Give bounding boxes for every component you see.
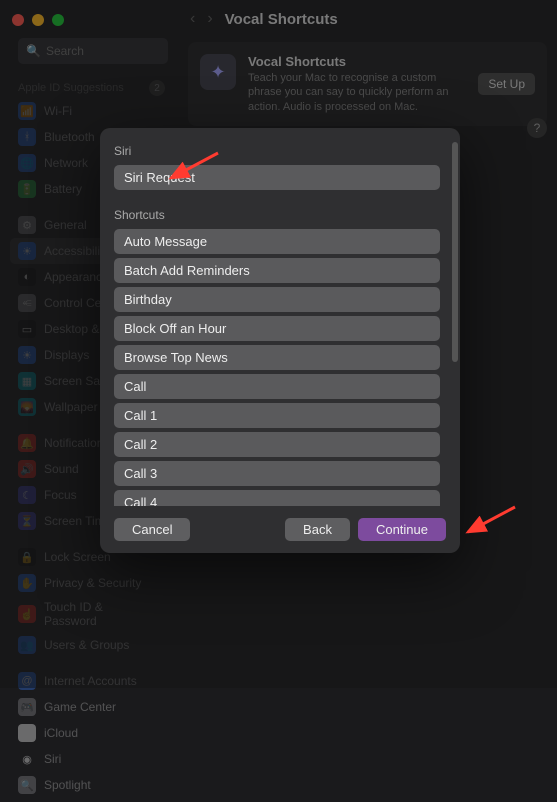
- action-item-call-2[interactable]: Call 2: [114, 432, 440, 457]
- sidebar-icon: ☁: [18, 724, 36, 742]
- action-item-call-3[interactable]: Call 3: [114, 461, 440, 486]
- sidebar-item-spotlight[interactable]: 🔍 Spotlight: [10, 772, 165, 798]
- action-item-call-4[interactable]: Call 4: [114, 490, 440, 506]
- action-item-auto-message[interactable]: Auto Message: [114, 229, 440, 254]
- sidebar-item-label: iCloud: [44, 726, 78, 740]
- action-item-browse-top-news[interactable]: Browse Top News: [114, 345, 440, 370]
- sidebar-item-siri[interactable]: ◉ Siri: [10, 746, 165, 772]
- sidebar-item-label: Game Center: [44, 700, 116, 714]
- settings-window: ‹ › Vocal Shortcuts 🔍 Apple ID Suggestio…: [0, 0, 557, 688]
- sidebar-item-game-center[interactable]: 🎮 Game Center: [10, 694, 165, 720]
- section-label-shortcuts: Shortcuts: [114, 208, 440, 222]
- action-item-call-1[interactable]: Call 1: [114, 403, 440, 428]
- sidebar-item-label: Spotlight: [44, 778, 91, 792]
- sidebar-icon: ◉: [18, 750, 36, 768]
- action-item-batch-add-reminders[interactable]: Batch Add Reminders: [114, 258, 440, 283]
- action-item-call[interactable]: Call: [114, 374, 440, 399]
- scrollbar-thumb[interactable]: [452, 142, 458, 362]
- sidebar-item-icloud[interactable]: ☁ iCloud: [10, 720, 165, 746]
- sidebar-icon: 🎮: [18, 698, 36, 716]
- scroll-area[interactable]: Siri Siri Request Shortcuts Auto Message Bat…: [114, 142, 446, 506]
- action-picker-modal: Siri Siri Request Shortcuts Auto Message Bat…: [100, 128, 460, 553]
- modal-footer: Cancel Back Continue: [100, 506, 460, 553]
- action-item-siri-request[interactable]: Siri Request: [114, 165, 440, 190]
- sidebar-icon: 🔍: [18, 776, 36, 794]
- back-button[interactable]: Back: [285, 518, 350, 541]
- cancel-button[interactable]: Cancel: [114, 518, 190, 541]
- modal-body: Siri Siri Request Shortcuts Auto Message Bat…: [100, 128, 460, 506]
- action-item-birthday[interactable]: Birthday: [114, 287, 440, 312]
- action-item-block-off-an-hour[interactable]: Block Off an Hour: [114, 316, 440, 341]
- sidebar-item-label: Siri: [44, 752, 61, 766]
- scrollbar[interactable]: [452, 142, 458, 502]
- section-label-siri: Siri: [114, 144, 440, 158]
- continue-button[interactable]: Continue: [358, 518, 446, 541]
